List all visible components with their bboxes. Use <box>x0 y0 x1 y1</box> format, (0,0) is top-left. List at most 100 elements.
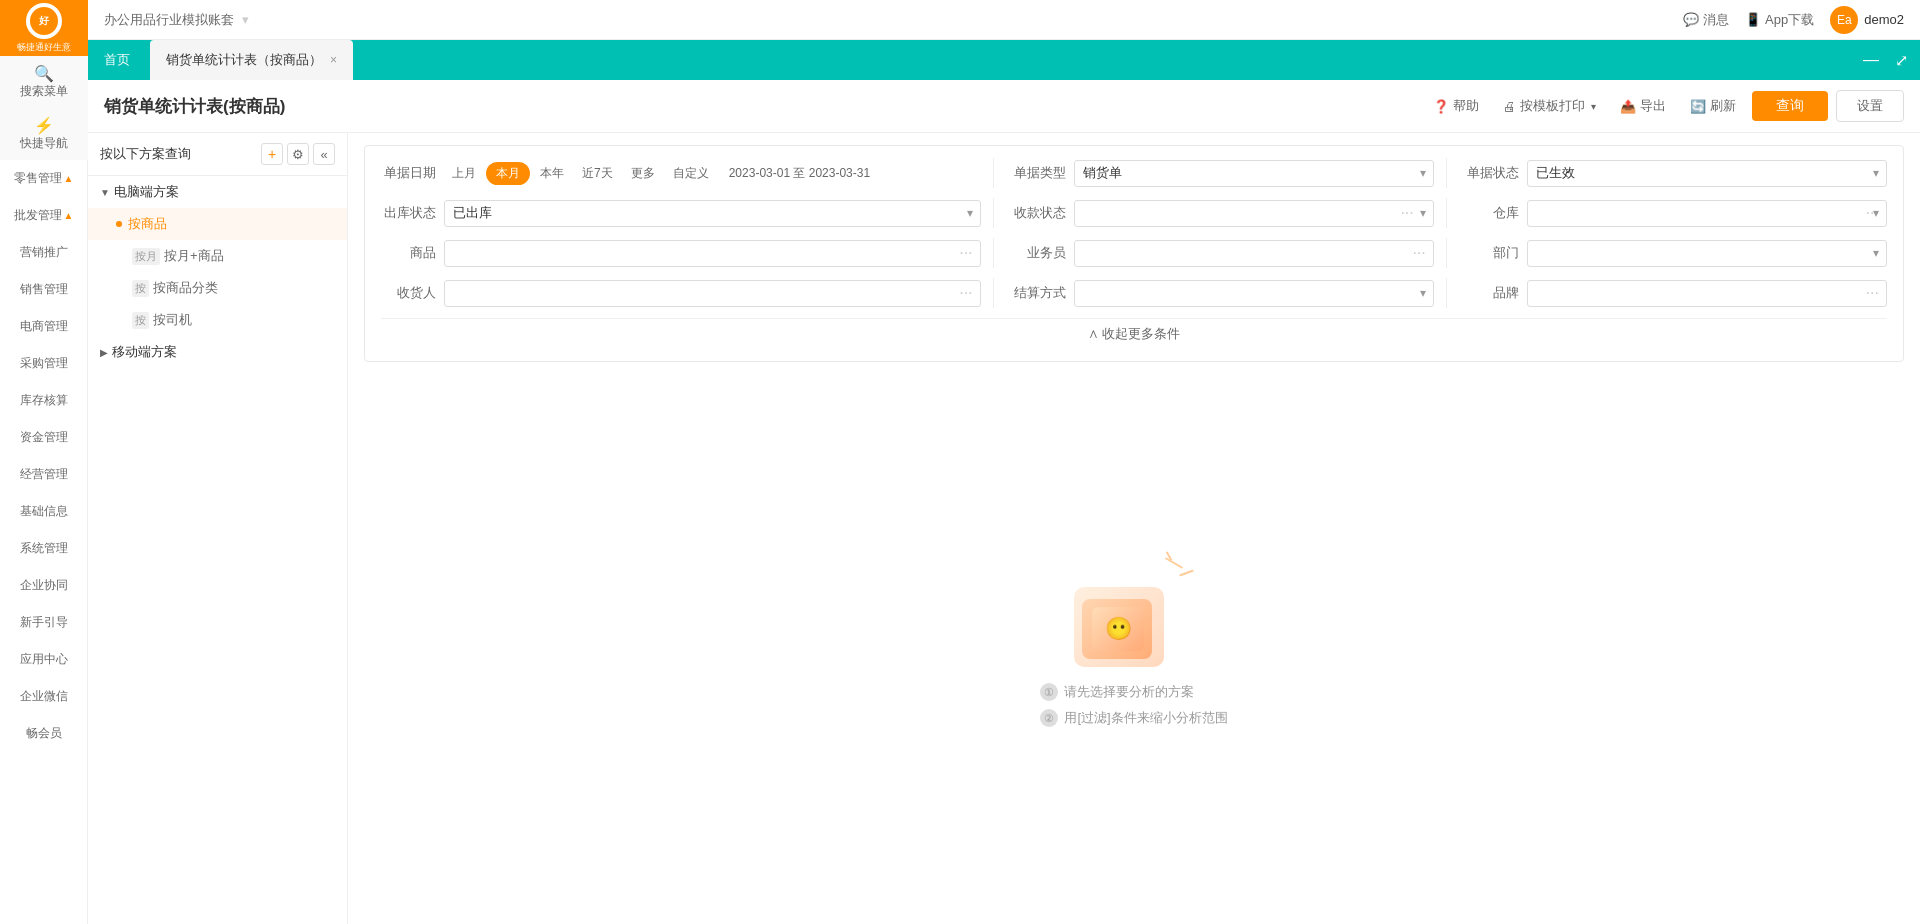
tip-num-2: ② <box>1040 709 1058 727</box>
sidebar-item-retail[interactable]: 零售管理 ▲ <box>0 160 88 197</box>
page-wrapper: 销货单统计计表(按商品) ❓ 帮助 🖨 按模板打印 ▾ 📤 导出 🔄 刷新 <box>88 80 1920 924</box>
tree-section-mobile[interactable]: ▶ 移动端方案 <box>88 336 347 368</box>
logo-text: 畅捷通好生意 <box>17 41 71 54</box>
date-tab-last-month[interactable]: 上月 <box>444 162 484 185</box>
filter-brand-label: 品牌 <box>1459 284 1519 302</box>
query-button[interactable]: 查询 <box>1752 91 1828 121</box>
sidebar-item-marketing[interactable]: 营销推广 <box>0 234 88 271</box>
filter-dept-input[interactable] <box>1527 240 1887 267</box>
filter-doctype-input[interactable]: 销货单 <box>1074 160 1434 187</box>
date-tab-more[interactable]: 更多 <box>623 162 663 185</box>
sidebar-item-system[interactable]: 系统管理 <box>0 530 88 567</box>
date-tab-custom[interactable]: 自定义 <box>665 162 717 185</box>
tree-item-driver-label: 按司机 <box>153 311 192 329</box>
sidebar-item-quicknav[interactable]: ⚡ 快捷导航 <box>0 108 88 160</box>
filter-goods-dots[interactable]: ··· <box>959 244 972 262</box>
empty-sparkle-2 <box>1179 569 1194 576</box>
tree-item-driver-icon: 按 <box>132 312 149 329</box>
tree-item-month-goods-icon: 按月 <box>132 248 160 265</box>
filter-payment: 收款状态 ··· <box>1006 200 1434 227</box>
sidebar-item-operations[interactable]: 经营管理 <box>0 456 88 493</box>
refresh-button[interactable]: 🔄 刷新 <box>1682 93 1744 119</box>
tree-settings-button[interactable]: ⚙ <box>287 143 309 165</box>
tree-section-pc[interactable]: ▼ 电脑端方案 <box>88 176 347 208</box>
filter-settlement-wrapper <box>1074 280 1434 307</box>
sidebar-item-ecommerce[interactable]: 电商管理 <box>0 308 88 345</box>
breadcrumb-dropdown-icon[interactable]: ▾ <box>242 12 249 27</box>
date-tab-this-year[interactable]: 本年 <box>532 162 572 185</box>
active-tab-label: 销货单统计计表（按商品） <box>166 51 322 69</box>
sidebar-item-wechat[interactable]: 企业微信 <box>0 678 88 715</box>
filter-divider-1 <box>993 158 994 188</box>
user-section[interactable]: Ea demo2 <box>1830 6 1904 34</box>
tab-expand-button[interactable]: ⤢ <box>1891 47 1912 74</box>
filter-docstatus: 单据状态 已生效 <box>1459 160 1887 187</box>
filter-receiver-input[interactable] <box>444 280 981 307</box>
filter-goods-input[interactable] <box>444 240 981 267</box>
filter-settlement-input[interactable] <box>1074 280 1434 307</box>
filter-divider-6 <box>1446 238 1447 268</box>
filter-dept-label: 部门 <box>1459 244 1519 262</box>
sidebar-item-appcenter[interactable]: 应用中心 <box>0 641 88 678</box>
app-download-button[interactable]: 📱 App下载 <box>1745 11 1814 29</box>
filter-outstatus-label: 出库状态 <box>381 204 436 222</box>
date-filter-control: 上月 本月 本年 近7天 更多 自定义 2023-03-01 至 2023-03… <box>444 162 981 185</box>
filter-docstatus-input[interactable]: 已生效 <box>1527 160 1887 187</box>
date-range-text: 2023-03-01 至 2023-03-31 <box>729 165 870 182</box>
filter-salesperson-label: 业务员 <box>1006 244 1066 262</box>
tab-minimize-button[interactable]: — <box>1859 47 1883 73</box>
help-button[interactable]: ❓ 帮助 <box>1425 93 1487 119</box>
logo[interactable]: 好 畅捷通好生意 <box>0 0 88 56</box>
print-button[interactable]: 🖨 按模板打印 ▾ <box>1495 93 1604 119</box>
filter-doctype-wrapper: 销货单 <box>1074 160 1434 187</box>
content-layout: 按以下方案查询 + ⚙ « ▼ 电脑端方案 按商品 <box>88 133 1920 924</box>
filter-payment-input[interactable] <box>1074 200 1434 227</box>
tree-item-by-driver[interactable]: 按 按司机 <box>88 304 347 336</box>
filter-brand-input[interactable] <box>1527 280 1887 307</box>
filter-salesperson-dots[interactable]: ··· <box>1412 244 1425 262</box>
tab-close-icon[interactable]: × <box>330 53 337 67</box>
tree-item-by-month-goods[interactable]: 按月 按月+商品 <box>88 240 347 272</box>
filter-brand-dots[interactable]: ··· <box>1866 284 1879 302</box>
empty-box-face-icon: 😶 <box>1105 616 1132 642</box>
tree-item-category-label: 按商品分类 <box>153 279 218 297</box>
collapse-bar[interactable]: ∧ 收起更多条件 <box>381 318 1887 349</box>
tree-item-by-goods[interactable]: 按商品 <box>88 208 347 240</box>
filter-goods: 商品 ··· <box>381 240 981 267</box>
filter-warehouse-dots[interactable]: ··· <box>1866 204 1879 222</box>
filter-outstatus-input[interactable] <box>444 200 981 227</box>
tree-collapse-button[interactable]: « <box>313 143 335 165</box>
filter-payment-dots[interactable]: ··· <box>1400 204 1413 222</box>
filter-goods-wrapper: ··· <box>444 240 981 267</box>
sidebar-item-wholesale[interactable]: 批发管理 ▲ <box>0 197 88 234</box>
filter-warehouse-input[interactable] <box>1527 200 1887 227</box>
filter-salesperson-input[interactable] <box>1074 240 1434 267</box>
tab-home[interactable]: 首页 <box>88 40 146 80</box>
tip-num-1: ① <box>1040 683 1058 701</box>
sidebar-item-enterprise[interactable]: 企业协同 <box>0 567 88 604</box>
tree-add-button[interactable]: + <box>261 143 283 165</box>
filter-goods-label: 商品 <box>381 244 436 262</box>
sidebar-item-search[interactable]: 🔍 搜索菜单 <box>0 56 88 108</box>
filter-date: 单据日期 上月 本月 本年 近7天 更多 自定义 20 <box>381 162 981 185</box>
filter-settlement-label: 结算方式 <box>1006 284 1066 302</box>
tab-active[interactable]: 销货单统计计表（按商品） × <box>150 40 353 80</box>
sidebar-item-basic[interactable]: 基础信息 <box>0 493 88 530</box>
sidebar-item-purchase[interactable]: 采购管理 <box>0 345 88 382</box>
settings-button[interactable]: 设置 <box>1836 90 1904 122</box>
export-button[interactable]: 📤 导出 <box>1612 93 1674 119</box>
sidebar-item-inventory[interactable]: 库存核算 <box>0 382 88 419</box>
sidebar-item-newbie[interactable]: 新手引导 <box>0 604 88 641</box>
empty-tip-1: ① 请先选择要分析的方案 <box>1040 683 1227 701</box>
tree-item-by-category[interactable]: 按 按商品分类 <box>88 272 347 304</box>
date-tab-this-month[interactable]: 本月 <box>486 162 530 185</box>
tip-text-2: 用[过滤]条件来缩小分析范围 <box>1064 709 1227 727</box>
sidebar-item-sales[interactable]: 销售管理 <box>0 271 88 308</box>
sidebar-item-member[interactable]: 畅会员 <box>0 715 88 752</box>
date-tab-7days[interactable]: 近7天 <box>574 162 621 185</box>
sidebar-item-finance[interactable]: 资金管理 <box>0 419 88 456</box>
filter-receiver-dots[interactable]: ··· <box>959 284 972 302</box>
refresh-icon: 🔄 <box>1690 99 1706 114</box>
filter-warehouse: 仓库 ··· <box>1459 200 1887 227</box>
message-button[interactable]: 💬 消息 <box>1683 11 1729 29</box>
